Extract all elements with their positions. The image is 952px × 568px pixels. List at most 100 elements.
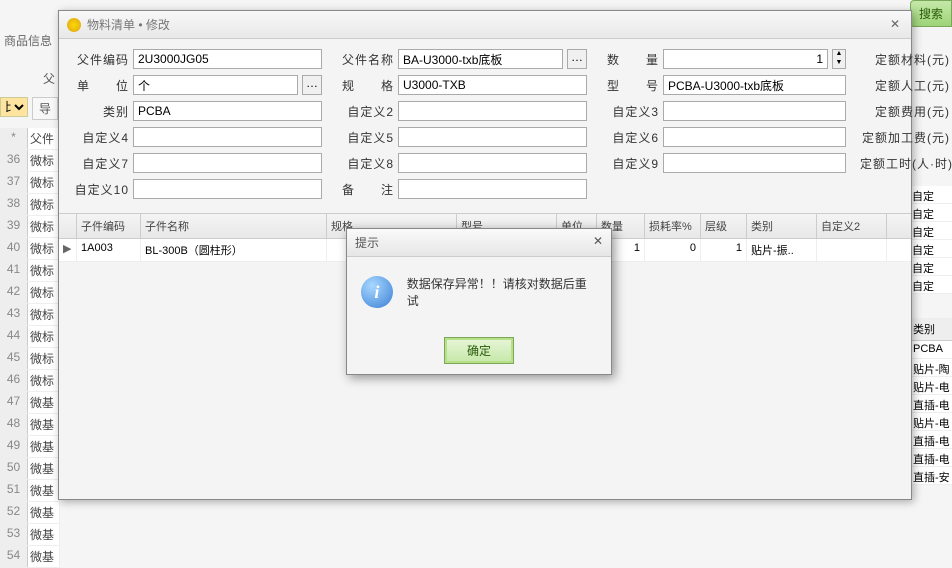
lbl-c8: 自定义8 [336, 155, 394, 172]
message-title-text: 提示 [355, 234, 379, 251]
bg-table-row[interactable]: 53微基 [0, 524, 60, 546]
modal-close-icon[interactable]: ✕ [887, 17, 903, 33]
lbl-c5: 自定义5 [336, 129, 394, 146]
bg-table-row[interactable]: 37微标 [0, 172, 60, 194]
bg-table-row[interactable]: 42微标 [0, 282, 60, 304]
right-top-cell: 自定 [910, 258, 952, 276]
sgh-cat[interactable]: 类别 [747, 214, 817, 238]
bg-table-row[interactable]: 43微标 [0, 304, 60, 326]
sgh-level[interactable]: 层级 [701, 214, 747, 238]
message-text: 数据保存异常！！请核对数据后重试 [407, 275, 597, 309]
inp-spec[interactable] [398, 75, 587, 95]
inp-qty[interactable] [663, 49, 828, 69]
message-ok-button[interactable]: 确定 [444, 337, 514, 364]
bg-table-row[interactable]: 36微标 [0, 150, 60, 172]
sgh-loss[interactable]: 损耗率% [645, 214, 701, 238]
bg-table-row[interactable]: 41微标 [0, 260, 60, 282]
bg-table-row[interactable]: 45微标 [0, 348, 60, 370]
bg-table-row[interactable]: 54微基 [0, 546, 60, 568]
bg-export-button[interactable]: 导 [32, 97, 58, 120]
inp-parent-code[interactable] [133, 49, 322, 69]
lbl-c6: 自定义6 [601, 129, 659, 146]
bg-table: *父件36微标37微标38微标39微标40微标41微标42微标43微标44微标4… [0, 128, 60, 568]
inp-unit[interactable] [133, 75, 298, 95]
right-panel-cell: 贴片-电 [911, 413, 952, 431]
bg-col-label: 父 [43, 70, 55, 87]
right-panel-cell: PCBA [911, 341, 952, 359]
inp-remark[interactable] [398, 179, 587, 199]
lbl-qty: 数 量 [601, 51, 659, 68]
right-top-cell: 自定 [910, 276, 952, 294]
sgh-name[interactable]: 子件名称 [141, 214, 327, 238]
bg-table-row[interactable]: 48微基 [0, 414, 60, 436]
modal-form: 父件编码 父件名称… 数 量▲▼ 定额材料(元) 单 位… 规 格 型 号 定额… [59, 39, 911, 209]
bg-table-row[interactable]: 50微基 [0, 458, 60, 480]
inp-c9[interactable] [663, 153, 846, 173]
right-panel-cell: 直插-电 [911, 431, 952, 449]
lbl-parent-name: 父件名称 [336, 51, 394, 68]
qty-spinner[interactable]: ▲▼ [832, 49, 846, 69]
inp-c7[interactable] [133, 153, 322, 173]
lbl-hours: 定额工时(人·时) [860, 155, 950, 172]
sgr-level: 1 [701, 239, 747, 261]
message-dialog: 提示 ✕ i 数据保存异常！！请核对数据后重试 确定 [346, 228, 612, 375]
modal-title-text: 物料清单 • 修改 [87, 16, 881, 33]
inp-category[interactable] [133, 101, 322, 121]
lbl-fee: 定额费用(元) [860, 103, 950, 120]
inp-c8[interactable] [398, 153, 587, 173]
modal-icon [67, 18, 81, 32]
bg-table-row[interactable]: 39微标 [0, 216, 60, 238]
lbl-c9: 自定义9 [601, 155, 659, 172]
lbl-category: 类别 [71, 103, 129, 120]
lbl-unit: 单 位 [71, 77, 129, 94]
inp-c5[interactable] [398, 127, 587, 147]
lookup-unit-icon[interactable]: … [302, 75, 322, 95]
sgr-arrow-icon: ▶ [59, 239, 77, 261]
inp-c4[interactable] [133, 127, 322, 147]
bg-table-row[interactable]: 47微基 [0, 392, 60, 414]
right-top-cell: 自定 [910, 240, 952, 258]
inp-c3[interactable] [663, 101, 846, 121]
right-panel-cell: 贴片-陶 [911, 359, 952, 377]
right-panel-cell: 直插-电 [911, 449, 952, 467]
message-close-icon[interactable]: ✕ [593, 234, 603, 251]
sgh-arrow [59, 214, 77, 238]
bg-table-row[interactable]: 49微基 [0, 436, 60, 458]
right-top-cell: 自定 [910, 222, 952, 240]
lbl-c4: 自定义4 [71, 129, 129, 146]
lbl-mat-cost: 定额材料(元) [860, 51, 950, 68]
bg-table-row[interactable]: 51微基 [0, 480, 60, 502]
lbl-labor-cost: 定额人工(元) [860, 77, 950, 94]
inp-c6[interactable] [663, 127, 846, 147]
sgr-code: 1A003 [77, 239, 141, 261]
right-panel-cell: 直插-安 [911, 467, 952, 485]
sgh-code[interactable]: 子件编码 [77, 214, 141, 238]
sgr-name: BL-300B（圆柱形） [141, 239, 327, 261]
lbl-c2: 自定义2 [336, 103, 394, 120]
bg-table-row[interactable]: 52微基 [0, 502, 60, 524]
lbl-parent-code: 父件编码 [71, 51, 129, 68]
right-top-cell: 自定 [910, 204, 952, 222]
search-button[interactable]: 搜索 [910, 0, 952, 27]
bg-table-row[interactable]: 44微标 [0, 326, 60, 348]
lbl-proc-fee: 定额加工费(元) [860, 129, 950, 146]
inp-parent-name[interactable] [398, 49, 563, 69]
lbl-c3: 自定义3 [601, 103, 659, 120]
lbl-c7: 自定义7 [71, 155, 129, 172]
bg-tab: 商品信息 [0, 30, 56, 51]
lookup-parent-name-icon[interactable]: … [567, 49, 587, 69]
bg-table-row[interactable]: 40微标 [0, 238, 60, 260]
inp-c10[interactable] [133, 179, 322, 199]
sgr-loss: 0 [645, 239, 701, 261]
bg-table-row[interactable]: *父件 [0, 128, 60, 150]
info-icon: i [361, 276, 393, 308]
inp-c2[interactable] [398, 101, 587, 121]
message-titlebar: 提示 ✕ [347, 229, 611, 257]
bg-table-row[interactable]: 46微标 [0, 370, 60, 392]
inp-model[interactable] [663, 75, 846, 95]
bg-table-row[interactable]: 38微标 [0, 194, 60, 216]
bg-filter-select[interactable]: 比 [0, 97, 28, 117]
sgh-c2[interactable]: 自定义2 [817, 214, 887, 238]
lbl-spec: 规 格 [336, 77, 394, 94]
sgr-cat: 贴片-振.. [747, 239, 817, 261]
